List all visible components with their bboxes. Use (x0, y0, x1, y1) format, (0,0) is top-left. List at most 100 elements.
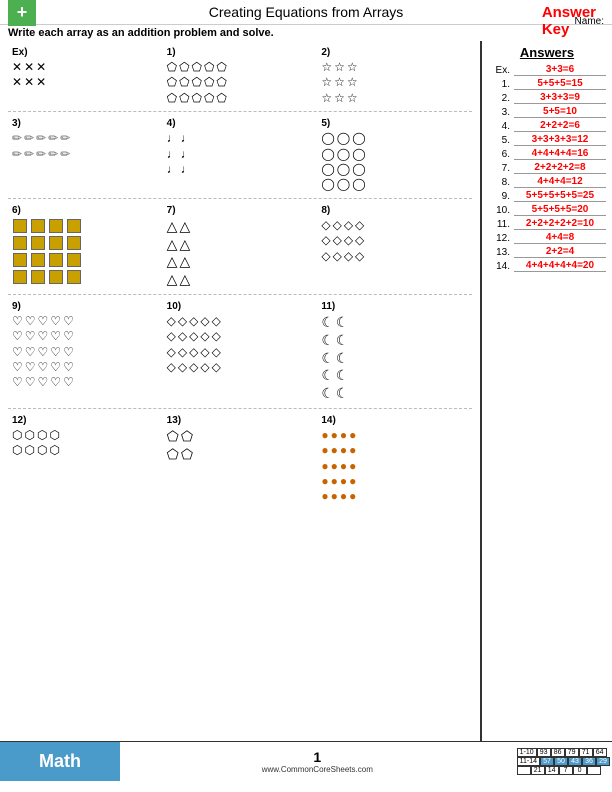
p6-label: 6) (12, 205, 159, 216)
p4-array: ♩ ♩ ♩ ♩ ♩ ♩ (167, 131, 314, 176)
sym (31, 236, 45, 250)
p3-row1: ✏ ✏ ✏ ✏ ✏ (12, 131, 159, 145)
answers-title: Answers (488, 45, 606, 60)
sym: ◇ (178, 360, 187, 374)
footer-stats: 1-10 93 86 79 71 64 11-14 57 50 43 36 29… (515, 742, 612, 781)
sym: ◯ (337, 147, 350, 161)
p11-row3: ☾ ☾ (321, 350, 468, 367)
sym: ⬠ (179, 75, 189, 89)
answer-num: 2. (488, 93, 510, 104)
answer-num: 4. (488, 121, 510, 132)
p12-array: ⬡ ⬡ ⬡ ⬡ ⬡ ⬡ ⬡ ⬡ (12, 428, 159, 458)
answer-item: 9.5+5+5+5+5=25 (488, 190, 606, 202)
answer-num: 10. (488, 205, 510, 216)
p7-array: △ △ △ △ △ △ △ △ (167, 218, 314, 288)
sym: ◇ (321, 249, 330, 263)
p6-array (12, 218, 159, 285)
sym (13, 236, 27, 250)
sym: ⬠ (216, 91, 226, 105)
answer-item: Ex.3+3=6 (488, 64, 606, 76)
problems-row-3: 6) (8, 203, 472, 290)
sym: ◇ (212, 360, 221, 374)
sym: ● (321, 474, 328, 488)
footer-center: 1 www.CommonCoreSheets.com (120, 742, 515, 781)
sym: ⬠ (167, 60, 177, 74)
sym: ✏ (12, 147, 22, 161)
sym: ⬠ (192, 91, 202, 105)
answer-num: 13. (488, 247, 510, 258)
p9-row5: ♡ ♡ ♡ ♡ ♡ (12, 375, 159, 389)
sym: ⬠ (204, 60, 214, 74)
stat-row-1: 1-10 93 86 79 71 64 (517, 748, 610, 757)
answer-num: 1. (488, 79, 510, 90)
answer-item: 12.4+4=8 (488, 232, 606, 244)
p14-row3: ● ● ● ● (321, 459, 468, 473)
sym: ⬠ (167, 428, 179, 445)
answer-num: 5. (488, 135, 510, 146)
p1-array: ⬠ ⬠ ⬠ ⬠ ⬠ ⬠ ⬠ ⬠ ⬠ ⬠ ⬠ ⬠ (167, 60, 314, 105)
p2-row1: ☆ ☆ ☆ (321, 60, 468, 74)
p10-label: 10) (167, 301, 314, 312)
sym (49, 236, 63, 250)
sym: ✕ (12, 75, 22, 89)
p10-row1: ◇ ◇ ◇ ◇ ◇ (167, 314, 314, 328)
sym: ☾ (321, 350, 334, 367)
answer-num: 14. (488, 261, 510, 272)
sym: ✕ (12, 60, 22, 74)
p10-row3: ◇ ◇ ◇ ◇ ◇ (167, 345, 314, 359)
sym: ◇ (178, 345, 187, 359)
sym: ♡ (50, 345, 61, 359)
sym (49, 219, 63, 233)
sym: ☾ (336, 332, 349, 349)
sym: ♡ (38, 345, 49, 359)
sym: △ (179, 218, 190, 235)
sym: ✕ (24, 60, 34, 74)
p12-row2: ⬡ ⬡ ⬡ ⬡ (12, 443, 159, 457)
p2-label: 2) (321, 47, 468, 58)
sym: ◇ (333, 233, 342, 247)
sym: ♡ (25, 360, 36, 374)
sym: ● (331, 489, 338, 503)
sym: ✏ (24, 131, 34, 145)
sym: ◇ (167, 329, 176, 343)
stat-row-3: 21 14 7 0 (517, 766, 610, 775)
sym: ● (321, 443, 328, 457)
sym: ● (349, 428, 356, 442)
sym: ◇ (178, 329, 187, 343)
p5-label: 5) (321, 118, 468, 129)
sym: ◯ (321, 177, 334, 191)
sym: ♩ (167, 162, 179, 176)
sym: ⬠ (167, 446, 179, 463)
sym: ⬠ (204, 75, 214, 89)
sym: ◇ (189, 345, 198, 359)
p10-array: ◇ ◇ ◇ ◇ ◇ ◇ ◇ ◇ ◇ ◇ ◇ ◇ (167, 314, 314, 375)
stat-cell: 21 (531, 766, 545, 775)
sym: ✕ (36, 60, 46, 74)
stat-cell: 50 (554, 757, 568, 766)
sym: ♡ (38, 329, 49, 343)
answers-list: Ex.3+3=61.5+5+5=152.3+3+3=93.5+5=104.2+2… (488, 64, 606, 272)
sym: ✕ (24, 75, 34, 89)
answer-num: 6. (488, 149, 510, 160)
p4-row3: ♩ ♩ (167, 162, 314, 176)
problem-12: 12) ⬡ ⬡ ⬡ ⬡ ⬡ ⬡ ⬡ ⬡ (8, 413, 163, 506)
p5-row4: ◯ ◯ ◯ (321, 177, 468, 191)
divider-4 (8, 408, 472, 409)
p10-row2: ◇ ◇ ◇ ◇ ◇ (167, 329, 314, 343)
sym: ◯ (352, 162, 365, 176)
sym: ☆ (347, 60, 358, 74)
p14-row2: ● ● ● ● (321, 443, 468, 457)
sym: ♡ (63, 345, 74, 359)
p14-row1: ● ● ● ● (321, 428, 468, 442)
p4-label: 4) (167, 118, 314, 129)
p11-label: 11) (321, 301, 468, 312)
sym: ◇ (200, 329, 209, 343)
sym: ◇ (200, 360, 209, 374)
problem-1: 1) ⬠ ⬠ ⬠ ⬠ ⬠ ⬠ ⬠ ⬠ ⬠ ⬠ (163, 45, 318, 107)
ex-label: Ex) (12, 47, 159, 58)
sym: ✏ (36, 131, 46, 145)
sym (31, 270, 45, 284)
divider-2 (8, 198, 472, 199)
sym: △ (167, 253, 178, 270)
problem-10: 10) ◇ ◇ ◇ ◇ ◇ ◇ ◇ ◇ ◇ ◇ (163, 299, 318, 404)
